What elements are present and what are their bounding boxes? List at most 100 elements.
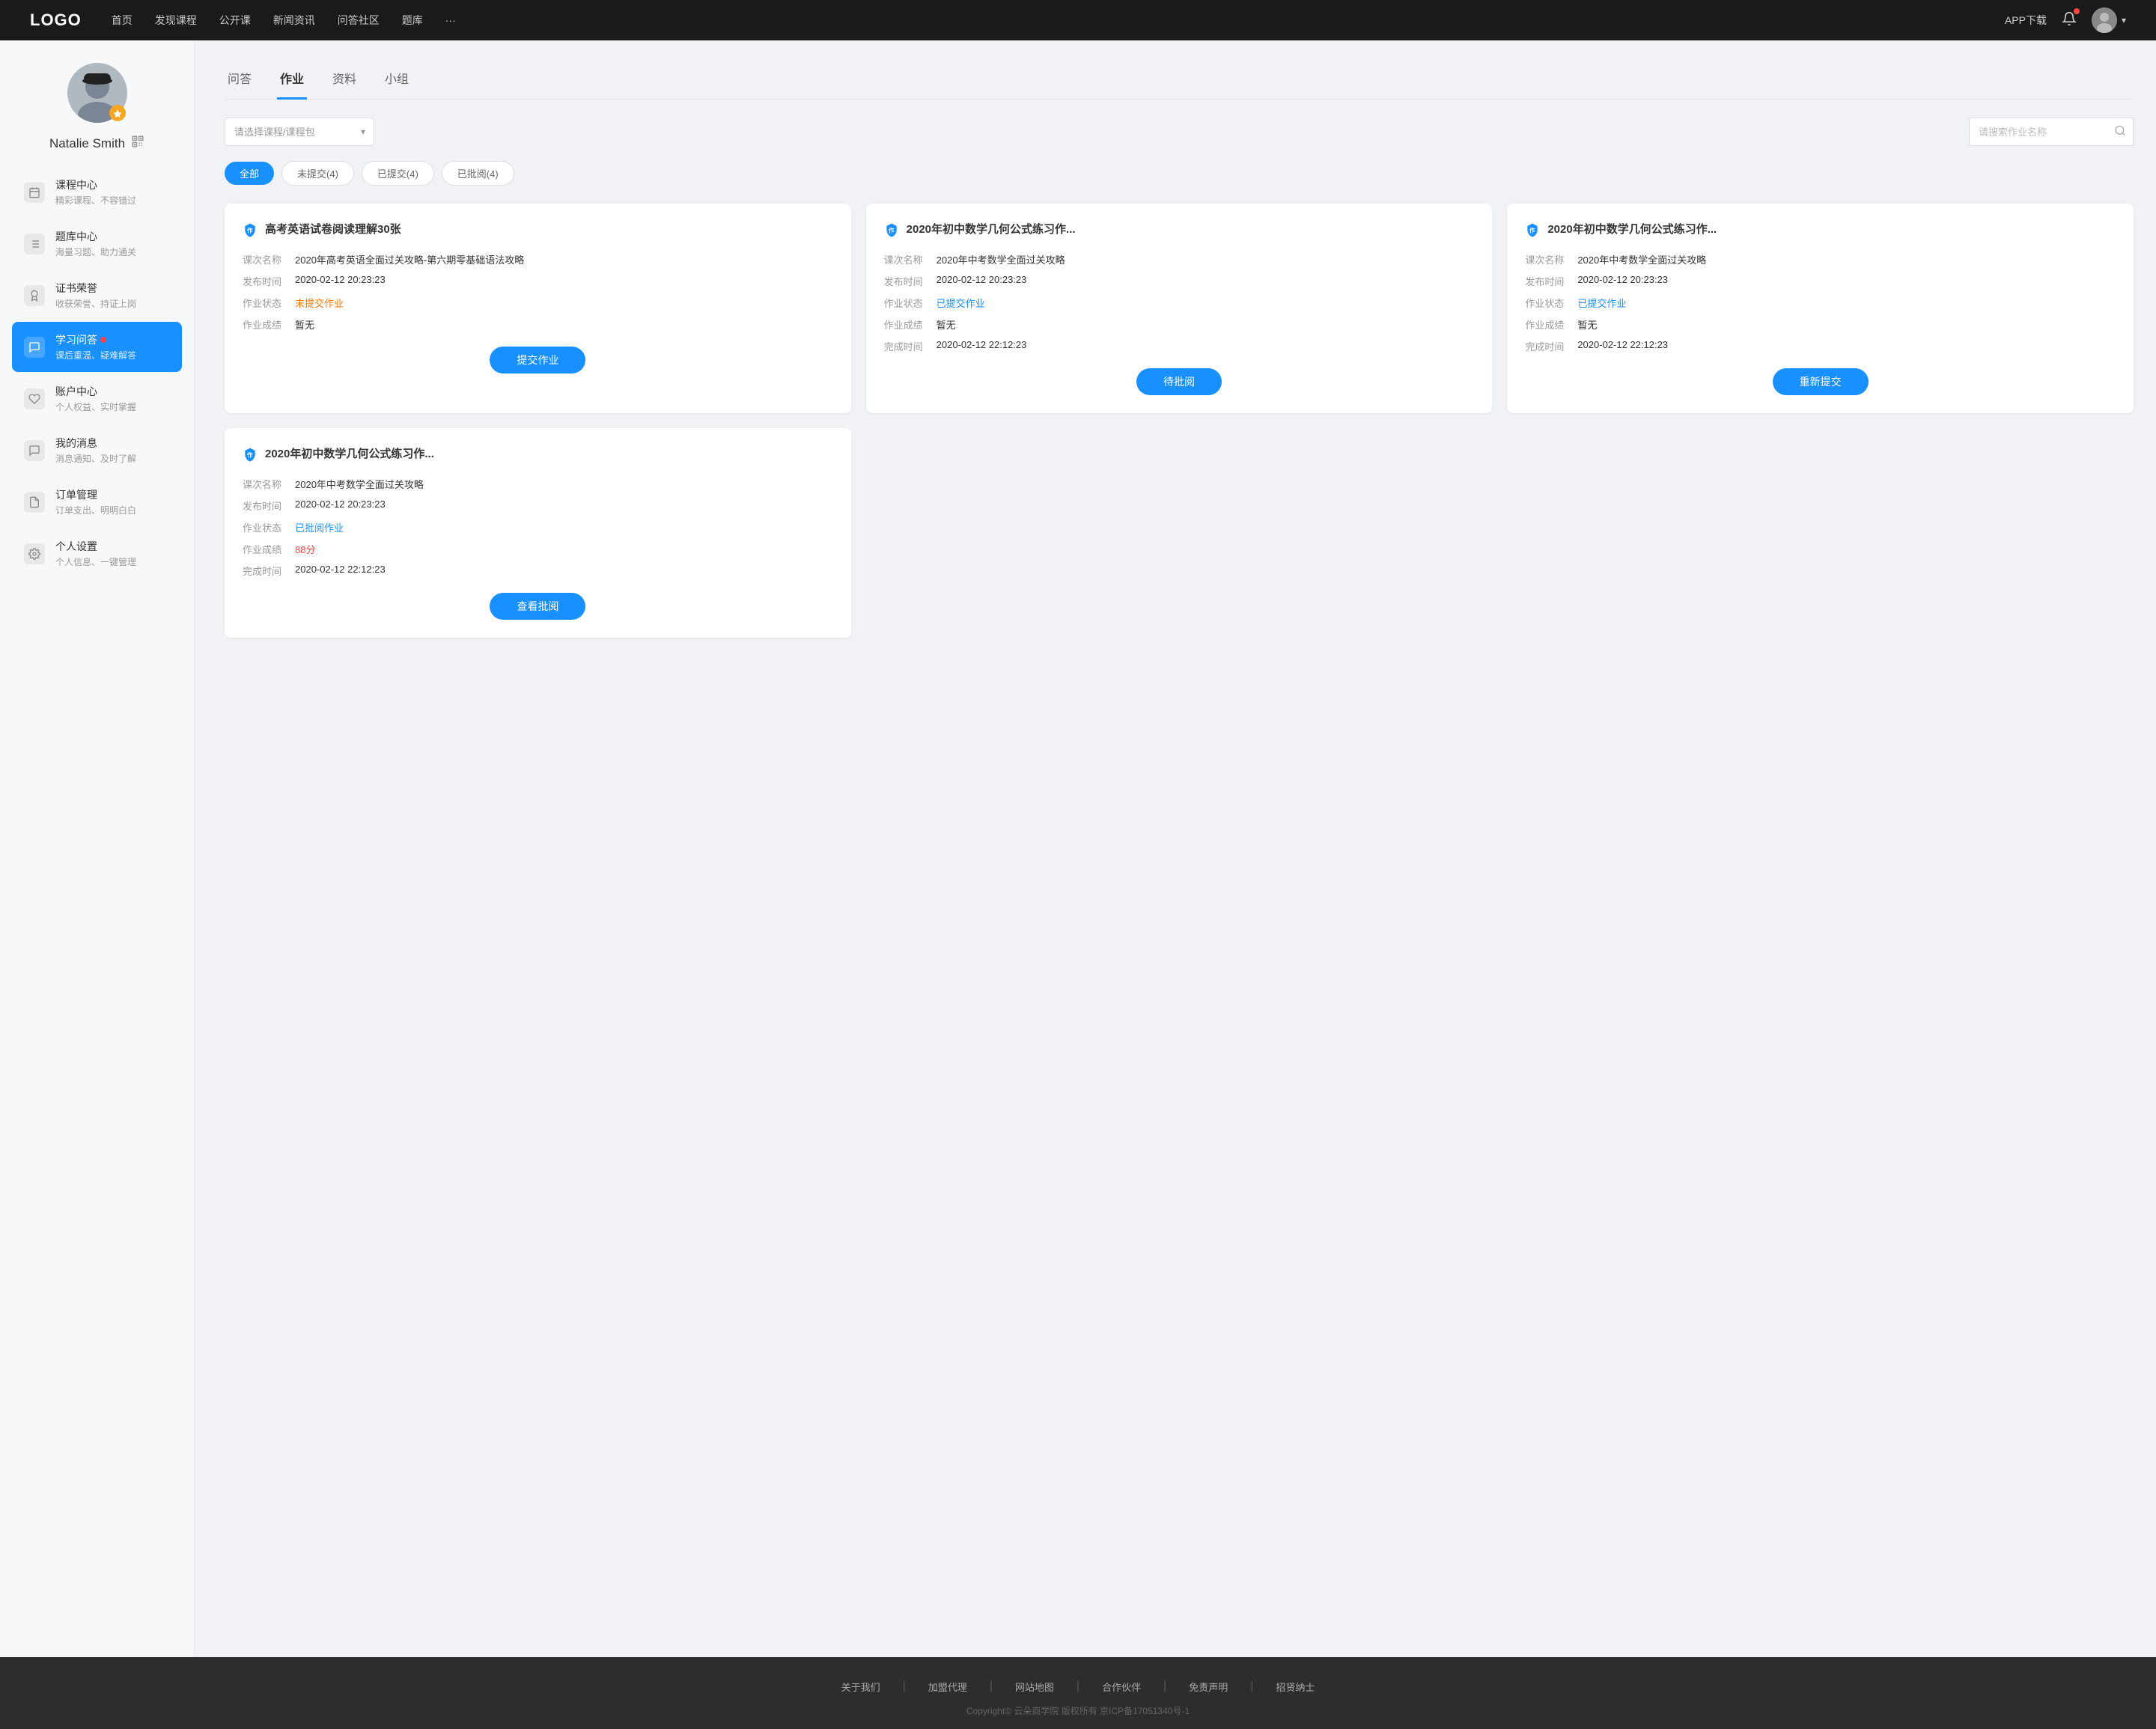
field-label: 完成时间 (1525, 339, 1577, 353)
field-label: 作业状态 (243, 296, 295, 310)
sidebar-item-study-qa[interactable]: 学习问答 课后重温、疑难解答 (12, 322, 182, 372)
nav-item-discover[interactable]: 发现课程 (155, 13, 197, 28)
card-field: 课次名称 2020年中考数学全面过关攻略 (884, 252, 1475, 266)
card-title: 2020年初中数学几何公式练习作... (907, 222, 1076, 237)
search-button[interactable] (2114, 125, 2126, 139)
footer-link-3[interactable]: 合作伙伴 (1102, 1680, 1141, 1694)
nav-item-more[interactable]: ··· (445, 14, 456, 26)
footer-link-4[interactable]: 免责声明 (1189, 1680, 1228, 1694)
status-btn-未提交(4)[interactable]: 未提交(4) (281, 161, 354, 186)
sidebar-item-cert[interactable]: 证书荣誉 收获荣誉、持证上岗 (12, 270, 182, 320)
nav-item-news[interactable]: 新闻资讯 (273, 13, 315, 28)
status-btn-已提交(4)[interactable]: 已提交(4) (362, 161, 434, 186)
nav-item-qa[interactable]: 问答社区 (338, 13, 380, 28)
search-input[interactable] (1969, 118, 2134, 146)
field-value: 暂无 (295, 317, 314, 332)
cert-menu-icon (24, 285, 45, 306)
svg-text:作: 作 (247, 451, 253, 458)
card-field: 发布时间 2020-02-12 20:23:23 (1525, 274, 2116, 288)
main-nav: 首页 发现课程 公开课 新闻资讯 问答社区 题库 ··· (112, 13, 2005, 28)
footer-links: 关于我们|加盟代理|网站地图|合作伙伴|免责声明|招贤纳士 (0, 1680, 2156, 1694)
study-qa-menu-title: 学习问答 (55, 332, 170, 347)
course-menu-icon (24, 182, 45, 203)
card-field: 作业状态 未提交作业 (243, 296, 833, 310)
card-field: 发布时间 2020-02-12 20:23:23 (243, 274, 833, 288)
tab-wenda[interactable]: 问答 (225, 63, 255, 100)
tab-zuoye[interactable]: 作业 (277, 63, 307, 100)
sidebar-menu: 课程中心 精彩课程、不容错过 题库中心 海量习题、助力通关 证书荣誉 收获荣誉、… (0, 167, 194, 580)
sidebar-item-account[interactable]: 账户中心 个人权益、实时掌握 (12, 373, 182, 424)
sidebar-item-course[interactable]: 课程中心 精彩课程、不容错过 (12, 167, 182, 217)
sidebar-item-question-bank[interactable]: 题库中心 海量习题、助力通关 (12, 219, 182, 269)
nav-item-home[interactable]: 首页 (112, 13, 133, 28)
account-menu-title: 账户中心 (55, 384, 170, 399)
card-action-button[interactable]: 提交作业 (490, 347, 585, 373)
field-value: 未提交作业 (295, 296, 344, 310)
field-value: 2020-02-12 22:12:23 (295, 564, 386, 578)
field-value: 2020年中考数学全面过关攻略 (937, 252, 1065, 266)
footer-link-1[interactable]: 加盟代理 (928, 1680, 967, 1694)
card-action: 待批阅 (884, 368, 1475, 395)
study-qa-menu-icon (24, 337, 45, 358)
card-action: 提交作业 (243, 347, 833, 373)
field-label: 作业成绩 (243, 317, 295, 332)
tab-ziliao[interactable]: 资料 (329, 63, 359, 100)
nav-item-open[interactable]: 公开课 (219, 13, 251, 28)
course-select[interactable]: 请选择课程/课程包 (225, 118, 374, 146)
footer-link-2[interactable]: 网站地图 (1015, 1680, 1054, 1694)
field-value: 暂无 (937, 317, 956, 332)
sidebar-item-orders[interactable]: 订单管理 订单支出、明明白白 (12, 477, 182, 527)
vip-badge-icon (109, 105, 126, 121)
footer-copyright: Copyright© 云朵商学院 版权所有 京ICP备17051340号-1 (0, 1704, 2156, 1717)
course-menu-title: 课程中心 (55, 177, 170, 192)
search-wrap (1969, 118, 2134, 146)
footer-divider: | (1077, 1680, 1079, 1694)
card-fields: 课次名称 2020年中考数学全面过关攻略 发布时间 2020-02-12 20:… (1525, 252, 2116, 353)
content-tabs: 问答作业资料小组 (225, 63, 2134, 100)
field-value: 2020-02-12 20:23:23 (937, 274, 1027, 288)
homework-cards-grid: 作 高考英语试卷阅读理解30张 课次名称 2020年高考英语全面过关攻略-第六期… (225, 204, 2134, 638)
settings-menu-title: 个人设置 (55, 539, 170, 554)
field-label: 作业成绩 (884, 317, 937, 332)
sidebar-username: Natalie Smith (49, 135, 144, 152)
footer-link-5[interactable]: 招贤纳士 (1276, 1680, 1315, 1694)
shield-icon: 作 (884, 222, 899, 237)
app-download-link[interactable]: APP下载 (2005, 13, 2047, 28)
status-filter: 全部未提交(4) 已提交(4) 已批阅(4) (225, 161, 2134, 186)
nav-item-bank[interactable]: 题库 (402, 13, 423, 28)
card-action-button[interactable]: 重新提交 (1773, 368, 1869, 395)
user-avatar-menu[interactable]: ▾ (2092, 7, 2126, 33)
homework-card-card2: 作 2020年初中数学几何公式练习作... 课次名称 2020年中考数学全面过关… (866, 204, 1493, 413)
card-action-button[interactable]: 查看批阅 (490, 593, 585, 620)
homework-card-card4: 作 2020年初中数学几何公式练习作... 课次名称 2020年中考数学全面过关… (225, 428, 851, 638)
footer-divider: | (1250, 1680, 1253, 1694)
status-btn-已批阅(4)[interactable]: 已批阅(4) (442, 161, 514, 186)
card-field: 作业成绩 88分 (243, 542, 833, 556)
svg-text:作: 作 (247, 226, 253, 234)
notification-bell[interactable] (2062, 11, 2077, 30)
chevron-down-icon: ▾ (2122, 15, 2126, 25)
messages-menu-sub: 消息通知、及时了解 (55, 452, 170, 465)
field-label: 作业状态 (1525, 296, 1577, 310)
footer-divider: | (903, 1680, 906, 1694)
homework-card-card3: 作 2020年初中数学几何公式练习作... 课次名称 2020年中考数学全面过关… (1507, 204, 2134, 413)
notification-badge (2074, 8, 2080, 14)
tab-xiaozu[interactable]: 小组 (382, 63, 412, 100)
orders-menu-title: 订单管理 (55, 487, 170, 502)
settings-menu-icon (24, 543, 45, 564)
field-value: 2020-02-12 20:23:23 (295, 274, 386, 288)
card-title-row: 作 2020年初中数学几何公式练习作... (1525, 222, 2116, 237)
sidebar-item-settings[interactable]: 个人设置 个人信息、一键管理 (12, 528, 182, 579)
field-label: 课次名称 (884, 252, 937, 266)
sidebar-item-messages[interactable]: 我的消息 消息通知、及时了解 (12, 425, 182, 475)
card-field: 作业成绩 暂无 (243, 317, 833, 332)
field-label: 课次名称 (243, 477, 295, 491)
card-title: 2020年初中数学几何公式练习作... (265, 446, 434, 462)
question-bank-menu-title: 题库中心 (55, 229, 170, 244)
qr-code-icon[interactable] (131, 135, 144, 152)
card-field: 作业状态 已提交作业 (1525, 296, 2116, 310)
footer-link-0[interactable]: 关于我们 (841, 1680, 880, 1694)
status-btn-全部[interactable]: 全部 (225, 162, 274, 185)
study-qa-menu-sub: 课后重温、疑难解答 (55, 349, 170, 362)
card-action-button[interactable]: 待批阅 (1136, 368, 1222, 395)
